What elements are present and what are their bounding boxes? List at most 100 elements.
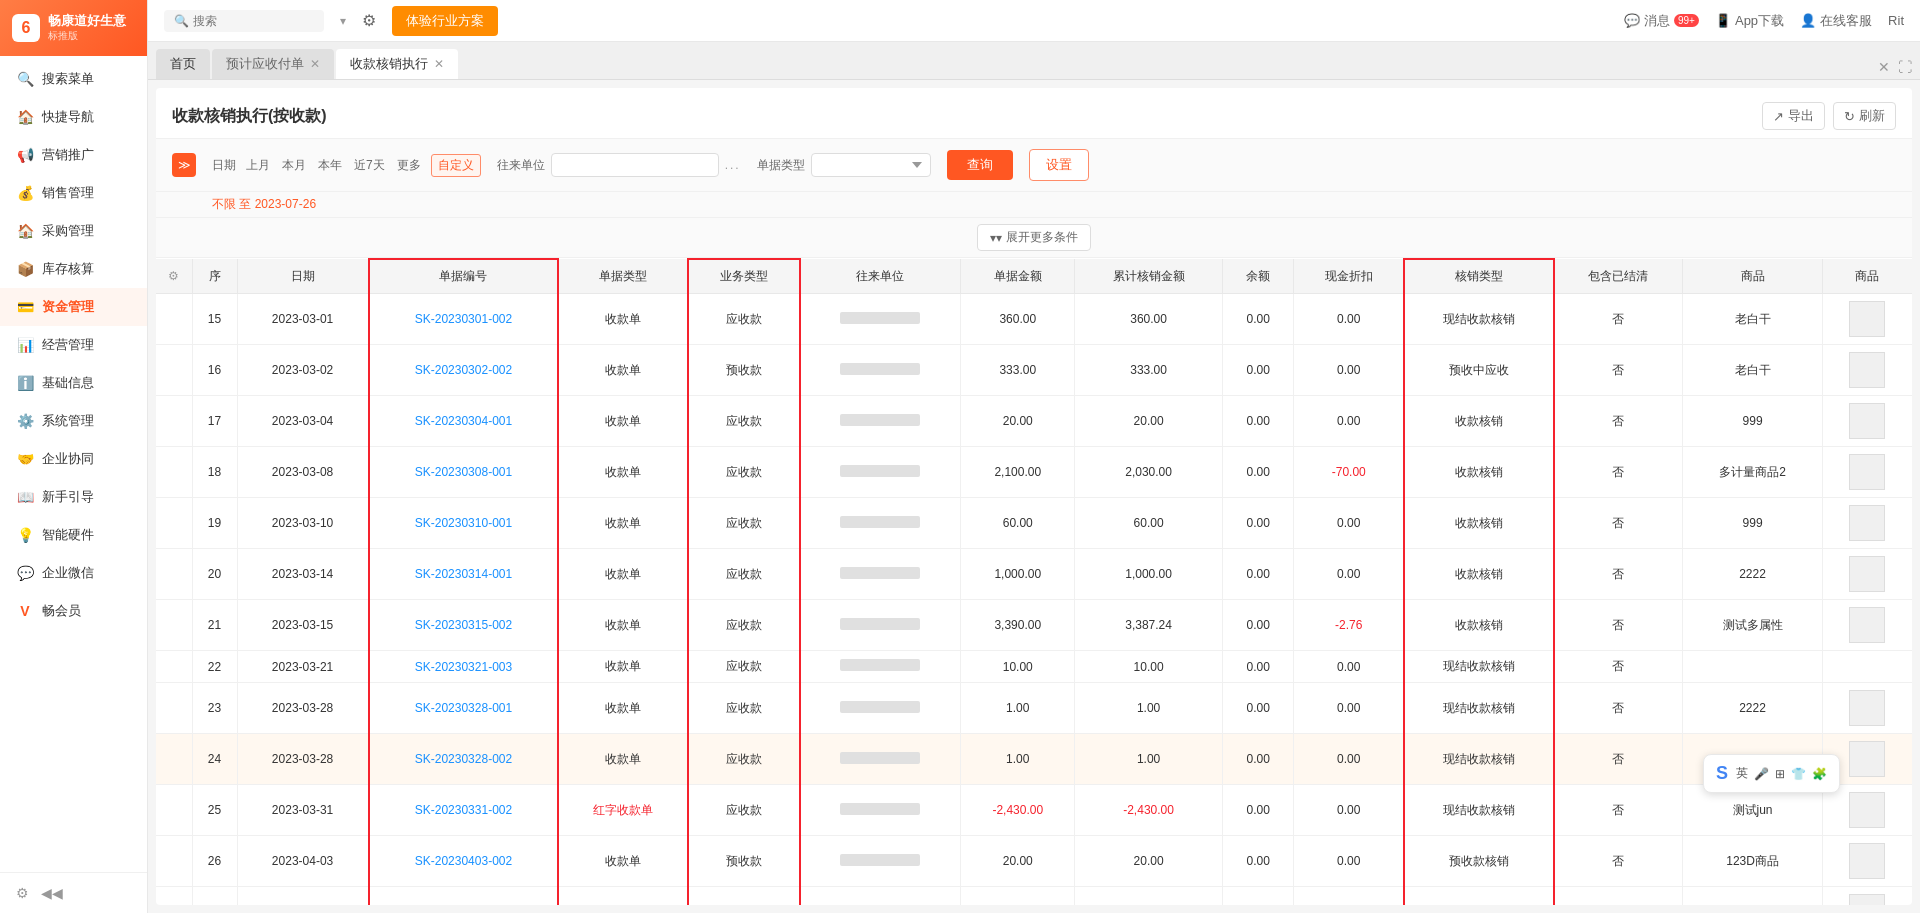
partner-filter-dots[interactable]: ...	[725, 158, 741, 172]
doc-no-link[interactable]: SK-20230328-001	[415, 701, 512, 715]
sidebar-item-purchase[interactable]: 🏠 采购管理	[0, 212, 147, 250]
service-icon: 👤	[1800, 13, 1816, 28]
topbar-search-box[interactable]: 🔍	[164, 10, 324, 32]
message-button[interactable]: 💬 消息 99+	[1624, 12, 1699, 30]
topbar-search-input[interactable]	[193, 14, 313, 28]
date-custom-button[interactable]: 自定义	[431, 154, 481, 177]
online-service-button[interactable]: 👤 在线客服	[1800, 12, 1872, 30]
table-row: 242023-03-28SK-20230328-002收款单应收款1.001.0…	[156, 734, 1912, 785]
doc-no-link[interactable]: SK-20230310-001	[415, 516, 512, 530]
refresh-button[interactable]: ↻ 刷新	[1833, 102, 1896, 130]
date-opt-last-month[interactable]: 上月	[242, 155, 274, 176]
finance-icon: 💳	[16, 298, 34, 316]
table-cell: SK-20230328-002	[369, 734, 559, 785]
table-cell: 应收款	[688, 887, 799, 906]
table-cell: 10.00	[961, 651, 1075, 683]
tab-pre-invoice[interactable]: 预计应收付单 ✕	[212, 49, 334, 79]
sidebar-item-inventory[interactable]: 📦 库存核算	[0, 250, 147, 288]
pre-invoice-tab-close-icon[interactable]: ✕	[310, 57, 320, 71]
col-cash-discount: 现金折扣	[1294, 259, 1404, 294]
topbar: 🔍 ▾ ⚙ 体验行业方案 💬 消息 99+ 📱 App下载 👤 在线客服 Rit	[148, 0, 1920, 42]
table-cell: 0.00	[1222, 549, 1293, 600]
sidebar-item-sales[interactable]: 💰 销售管理	[0, 174, 147, 212]
sidebar-item-enterprise[interactable]: 🤝 企业协同	[0, 440, 147, 478]
sidebar-item-hardware[interactable]: 💡 智能硬件	[0, 516, 147, 554]
date-filter-group: 日期 上月 本月 本年 近7天 更多 自定义	[212, 154, 481, 177]
doc-no-link[interactable]: SK-20230331-002	[415, 803, 512, 817]
sidebar-item-base[interactable]: ℹ️ 基础信息	[0, 364, 147, 402]
doc-no-link[interactable]: SK-20230304-001	[415, 414, 512, 428]
close-tab-icon[interactable]: ✕	[1878, 59, 1890, 75]
table-cell: 2023-04-08	[237, 887, 369, 906]
partner-filter-input[interactable]	[551, 153, 719, 177]
table-cell: 2023-03-01	[237, 294, 369, 345]
table-cell: 1.00	[1075, 683, 1223, 734]
table-cell: 现结收款核销	[1404, 734, 1553, 785]
tab-home[interactable]: 首页	[156, 49, 210, 79]
sidebar-item-member[interactable]: V 畅会员	[0, 592, 147, 630]
table-row: 202023-03-14SK-20230314-001收款单应收款1,000.0…	[156, 549, 1912, 600]
collapse-sidebar-icon[interactable]: ◀◀	[41, 885, 63, 901]
table-cell: 21	[192, 600, 237, 651]
date-opt-this-year[interactable]: 本年	[314, 155, 346, 176]
solution-button[interactable]: 体验行业方案	[392, 6, 498, 36]
doc-no-link[interactable]: SK-20230301-002	[415, 312, 512, 326]
maximize-icon[interactable]: ⛶	[1898, 59, 1912, 75]
sidebar-item-guide[interactable]: 📖 新手引导	[0, 478, 147, 516]
date-range-text: 不限 至 2023-07-26	[212, 196, 316, 213]
table-cell	[800, 345, 961, 396]
sidebar-item-marketing[interactable]: 📢 营销推广	[0, 136, 147, 174]
topbar-gear-icon[interactable]: ⚙	[362, 11, 376, 30]
filter-settings-button[interactable]: 设置	[1029, 149, 1089, 181]
doc-no-link[interactable]: SK-20230302-002	[415, 363, 512, 377]
tab-collection-write-off[interactable]: 收款核销执行 ✕	[336, 49, 458, 79]
table-cell: 1,000.00	[1075, 549, 1223, 600]
operation-icon: 📊	[16, 336, 34, 354]
date-opt-this-month[interactable]: 本月	[278, 155, 310, 176]
table-cell: 2,100.00	[961, 447, 1075, 498]
doctype-filter-select[interactable]	[811, 153, 931, 177]
table-cell: 2023-03-02	[237, 345, 369, 396]
date-opt-7days[interactable]: 近7天	[350, 155, 389, 176]
topbar-chevron-icon[interactable]: ▾	[340, 14, 346, 28]
doc-no-link[interactable]: SK-20230315-002	[415, 618, 512, 632]
table-cell: 0.00	[1222, 447, 1293, 498]
user-info[interactable]: Rit	[1888, 13, 1904, 28]
expand-more-button[interactable]: ▾▾ 展开更多条件	[977, 224, 1091, 251]
doctype-filter-group: 单据类型	[757, 153, 931, 177]
table-cell: 否	[1554, 683, 1683, 734]
sidebar-item-operation[interactable]: 📊 经营管理	[0, 326, 147, 364]
sidebar-item-finance[interactable]: 💳 资金管理	[0, 288, 147, 326]
table-cell: 否	[1554, 498, 1683, 549]
table-cell: SK-20230403-002	[369, 836, 559, 887]
data-table-container: ⚙ 序 日期 单据编号 单据类型 业务类型 往来单位 单据金额 累计核销金额 余…	[156, 258, 1912, 905]
export-icon: ↗	[1773, 109, 1784, 124]
doc-no-link[interactable]: SK-20230308-001	[415, 465, 512, 479]
doc-no-link[interactable]: SK-20230314-001	[415, 567, 512, 581]
sidebar-item-search[interactable]: 🔍 搜索菜单	[0, 60, 147, 98]
query-button[interactable]: 查询	[947, 150, 1013, 180]
sidebar-item-system[interactable]: ⚙️ 系统管理	[0, 402, 147, 440]
table-cell: 1.00	[1075, 734, 1223, 785]
collection-tab-close-icon[interactable]: ✕	[434, 57, 444, 71]
refresh-icon: ↻	[1844, 109, 1855, 124]
date-opt-more[interactable]: 更多	[393, 155, 425, 176]
sidebar-item-quick[interactable]: 🏠 快捷导航	[0, 98, 147, 136]
table-cell	[156, 447, 192, 498]
table-cell: 预收款	[688, 836, 799, 887]
filter-expand-button[interactable]: ≫	[172, 153, 196, 177]
doc-no-link[interactable]: SK-20230403-002	[415, 854, 512, 868]
export-button[interactable]: ↗ 导出	[1762, 102, 1825, 130]
table-cell: 2222	[1683, 683, 1822, 734]
table-cell: 0.00	[1222, 345, 1293, 396]
app-download-button[interactable]: 📱 App下载	[1715, 12, 1784, 30]
col-balance: 余额	[1222, 259, 1293, 294]
table-cell: 预收中应收	[1404, 345, 1553, 396]
table-row: 192023-03-10SK-20230310-001收款单应收款60.0060…	[156, 498, 1912, 549]
doc-no-link[interactable]: SK-20230328-002	[415, 752, 512, 766]
doc-no-link[interactable]: SK-20230321-003	[415, 660, 512, 674]
table-cell: 20	[192, 549, 237, 600]
col-settings[interactable]: ⚙	[156, 259, 192, 294]
settings-bottom-icon[interactable]: ⚙	[16, 885, 29, 901]
sidebar-item-wechat[interactable]: 💬 企业微信	[0, 554, 147, 592]
